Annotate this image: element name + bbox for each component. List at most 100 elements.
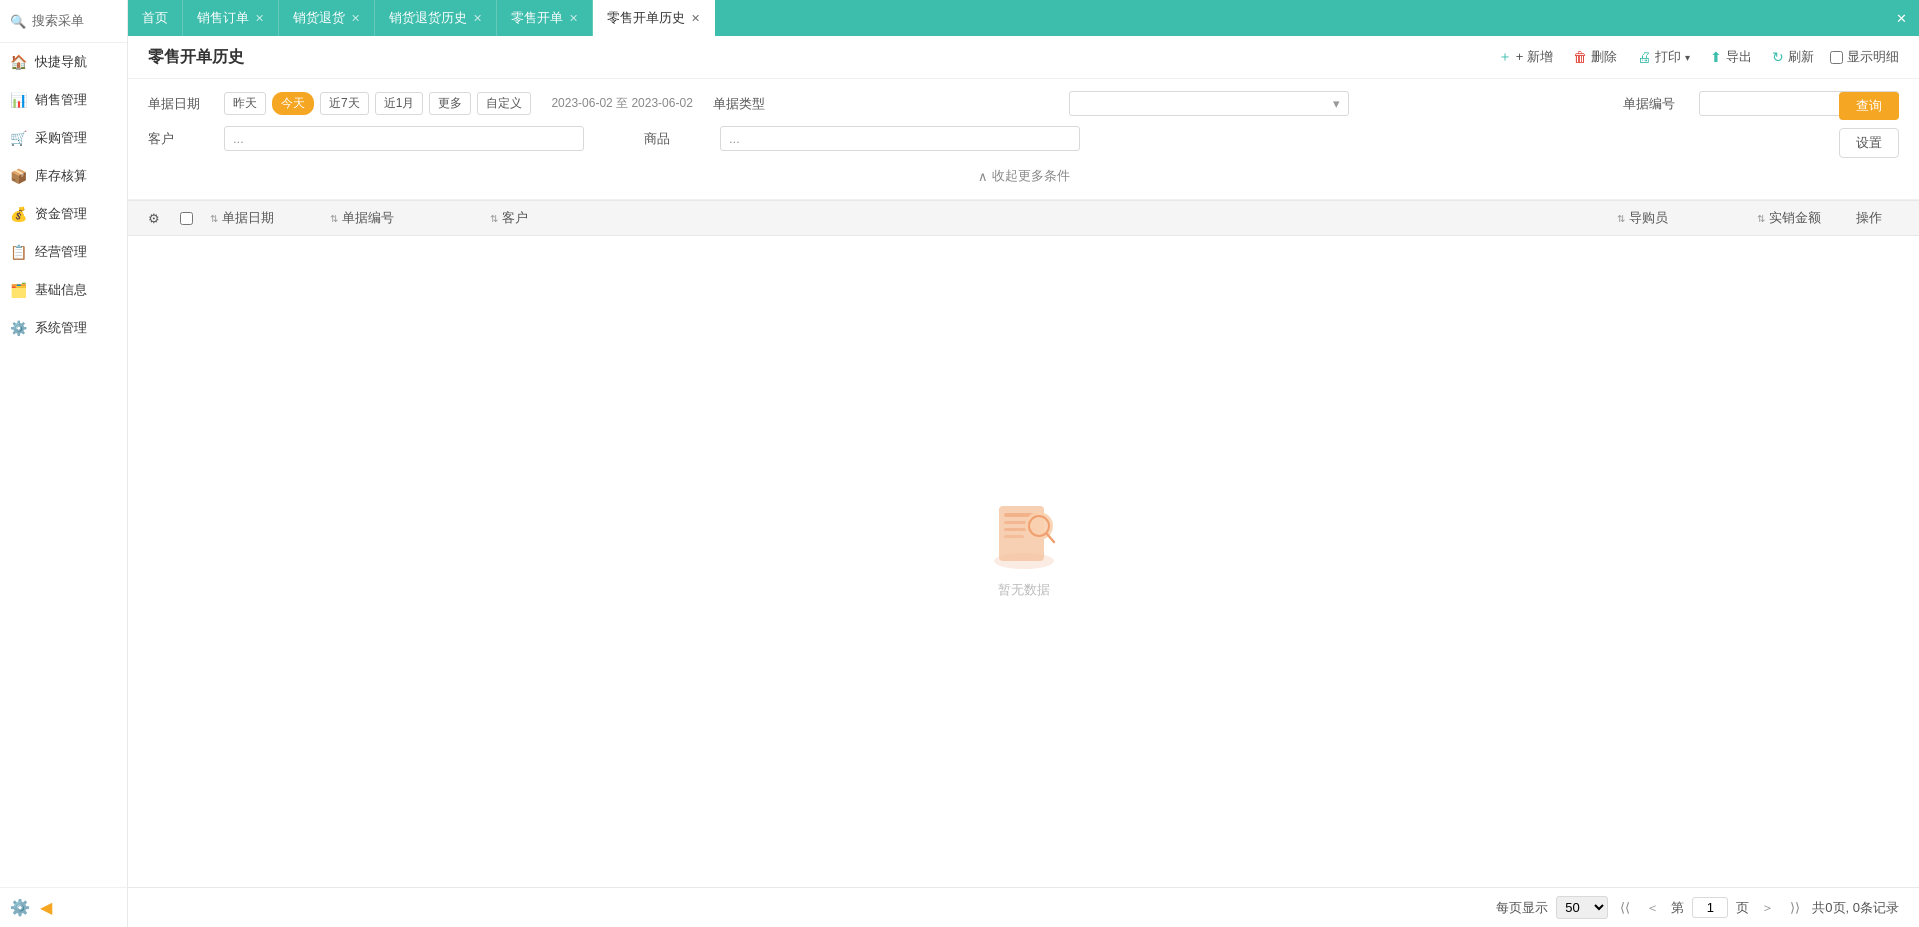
- date-options: 昨天 今天 近7天 近1月 更多 自定义: [224, 92, 531, 115]
- sidebar-item-label-finance: 资金管理: [35, 205, 87, 223]
- export-icon: ⬆: [1710, 49, 1722, 65]
- toolbar: ＋ + 新增 🗑 删除 🖨 打印 ▾ ⬆ 导出 ↻ 刷新 显示: [1494, 46, 1899, 68]
- delete-button[interactable]: 🗑 删除: [1569, 46, 1621, 68]
- sidebar-item-icon-inventory: 📦: [10, 168, 27, 184]
- th-action-label: 操作: [1856, 209, 1882, 227]
- tab-sales-return-history[interactable]: 销货退货历史 ✕: [375, 0, 497, 36]
- page-prev-btn[interactable]: ＜: [1642, 897, 1663, 919]
- page-first-btn[interactable]: ⟨⟨: [1616, 898, 1634, 917]
- date-more[interactable]: 更多: [429, 92, 471, 115]
- tab-label-sales-return: 销货退货: [293, 9, 345, 27]
- tab-sales-return[interactable]: 销货退货 ✕: [279, 0, 375, 36]
- sidebar-item-icon-purchase-mgmt: 🛒: [10, 130, 27, 146]
- collapse-label: 收起更多条件: [992, 167, 1070, 185]
- per-page-label: 每页显示: [1496, 899, 1548, 917]
- th-settings[interactable]: ⚙: [138, 211, 170, 226]
- th-checkbox[interactable]: [170, 212, 202, 225]
- sidebar-bottom: ⚙️ ◀: [0, 887, 127, 927]
- page-input[interactable]: [1692, 897, 1728, 918]
- per-page-select[interactable]: 50 10 20 100: [1556, 896, 1608, 919]
- sidebar-item-system[interactable]: ⚙️系统管理: [0, 309, 127, 347]
- th-customer[interactable]: ⇅ 客户: [482, 209, 1609, 227]
- print-dropdown-icon[interactable]: ▾: [1685, 52, 1690, 63]
- refresh-button[interactable]: ↻ 刷新: [1768, 46, 1818, 68]
- add-icon: ＋: [1498, 48, 1512, 66]
- sidebar-item-quick-nav[interactable]: 🏠快捷导航: [0, 43, 127, 81]
- tab-close-sales-return-history[interactable]: ✕: [473, 12, 482, 25]
- th-action: 操作: [1829, 209, 1909, 227]
- export-button[interactable]: ⬆ 导出: [1706, 46, 1756, 68]
- th-orderno-label: 单据编号: [342, 209, 394, 227]
- print-icon: 🖨: [1637, 49, 1651, 65]
- tab-label-sales-order: 销售订单: [197, 9, 249, 27]
- tab-retail-history[interactable]: 零售开单历史✕: [593, 0, 715, 36]
- settings-bottom-icon[interactable]: ⚙️: [10, 898, 30, 917]
- sidebar-item-purchase-mgmt[interactable]: 🛒采购管理: [0, 119, 127, 157]
- tab-label-sales-return-history: 销货退货历史: [389, 9, 467, 27]
- refresh-icon: ↻: [1772, 49, 1784, 65]
- filter-area: 单据日期 昨天 今天 近7天 近1月 更多 自定义 2023-06-02 至 2…: [128, 79, 1919, 200]
- sidebar-item-label-base-info: 基础信息: [35, 281, 87, 299]
- tab-close-retail-open[interactable]: ✕: [569, 12, 578, 25]
- tab-retail-open[interactable]: 零售开单✕: [497, 0, 593, 36]
- date-yesterday[interactable]: 昨天: [224, 92, 266, 115]
- delete-label: 删除: [1591, 48, 1617, 66]
- tab-sales-order[interactable]: 销售订单 ✕: [183, 0, 279, 36]
- tab-home[interactable]: 首页: [128, 0, 183, 36]
- tab-close-retail-history[interactable]: ✕: [691, 12, 700, 25]
- customer-placeholder: ...: [233, 131, 244, 146]
- th-orderno-sort-icon: ⇅: [330, 213, 338, 224]
- search-icon: 🔍: [10, 14, 26, 29]
- customer-select[interactable]: ...: [224, 126, 584, 151]
- sidebar-search[interactable]: 🔍 搜索采单: [0, 0, 127, 43]
- show-detail-checkbox[interactable]: [1830, 51, 1843, 64]
- date-today[interactable]: 今天: [272, 92, 314, 115]
- page-last-btn[interactable]: ⟩⟩: [1786, 898, 1804, 917]
- order-no-label: 单据编号: [1623, 95, 1679, 113]
- page-next-btn[interactable]: ＞: [1757, 897, 1778, 919]
- sidebar-item-inventory[interactable]: 📦库存核算: [0, 157, 127, 195]
- main-area: 首页销售订单✕销货退货✕销货退货历史✕零售开单✕零售开单历史✕ ✕ 零售开单历史…: [128, 0, 1919, 927]
- sidebar: 🔍 搜索采单 🏠快捷导航📊销售管理🛒采购管理📦库存核算💰资金管理 📋 经营管理 🗂️基…: [0, 0, 128, 927]
- select-all-checkbox[interactable]: [180, 212, 193, 225]
- sidebar-item-label-operations: 经营管理: [35, 243, 87, 261]
- sidebar-item-finance[interactable]: 💰资金管理: [0, 195, 127, 233]
- th-customer-sort-icon: ⇅: [490, 213, 498, 224]
- print-label: 打印: [1655, 48, 1681, 66]
- date-7days[interactable]: 近7天: [320, 92, 369, 115]
- sidebar-item-label-sales-mgmt: 销售管理: [35, 91, 87, 109]
- sidebar-item-base-info[interactable]: 🗂️基础信息: [0, 271, 127, 309]
- add-button[interactable]: ＋ + 新增: [1494, 46, 1557, 68]
- collapse-icon[interactable]: ◀: [40, 898, 52, 917]
- th-order-no[interactable]: ⇅ 单据编号: [322, 209, 482, 227]
- query-button[interactable]: 查询: [1839, 92, 1899, 120]
- date-custom[interactable]: 自定义: [477, 92, 531, 115]
- tab-close-sales-return[interactable]: ✕: [351, 12, 360, 25]
- date-filter-label: 单据日期: [148, 95, 204, 113]
- sidebar-search-label: 搜索采单: [32, 12, 84, 30]
- query-area: 查询 设置: [1839, 92, 1899, 158]
- show-detail-toggle[interactable]: 显示明细: [1830, 48, 1899, 66]
- sidebar-item-operations[interactable]: 📋 经营管理: [0, 233, 127, 271]
- window-close-icon[interactable]: ✕: [1896, 11, 1907, 26]
- sidebar-item-sales-mgmt[interactable]: 📊销售管理: [0, 81, 127, 119]
- goods-select[interactable]: ...: [720, 126, 1080, 151]
- pagination-bar: 每页显示 50 10 20 100 ⟨⟨ ＜ 第 页 ＞ ⟩⟩ 共0页, 0条记…: [128, 887, 1919, 927]
- sidebar-item-icon-operations: 📋: [10, 244, 27, 260]
- print-button[interactable]: 🖨 打印 ▾: [1633, 46, 1694, 68]
- page-label-prefix: 第: [1671, 899, 1684, 917]
- date-range-display: 2023-06-02 至 2023-06-02: [551, 95, 692, 112]
- th-amount-label: 实销金额: [1769, 209, 1821, 227]
- customer-label: 客户: [148, 130, 204, 148]
- settings-button[interactable]: 设置: [1839, 128, 1899, 158]
- date-1month[interactable]: 近1月: [375, 92, 424, 115]
- svg-rect-5: [1004, 535, 1024, 538]
- refresh-label: 刷新: [1788, 48, 1814, 66]
- th-date[interactable]: ⇅ 单据日期: [202, 209, 322, 227]
- th-amount[interactable]: ⇅ 实销金额: [1709, 209, 1829, 227]
- collapse-bar[interactable]: ∧ 收起更多条件: [148, 161, 1899, 187]
- tab-close-sales-order[interactable]: ✕: [255, 12, 264, 25]
- th-guide[interactable]: ⇅ 导购员: [1609, 209, 1709, 227]
- order-type-select[interactable]: ▾: [1069, 91, 1349, 116]
- total-info: 共0页, 0条记录: [1812, 899, 1899, 917]
